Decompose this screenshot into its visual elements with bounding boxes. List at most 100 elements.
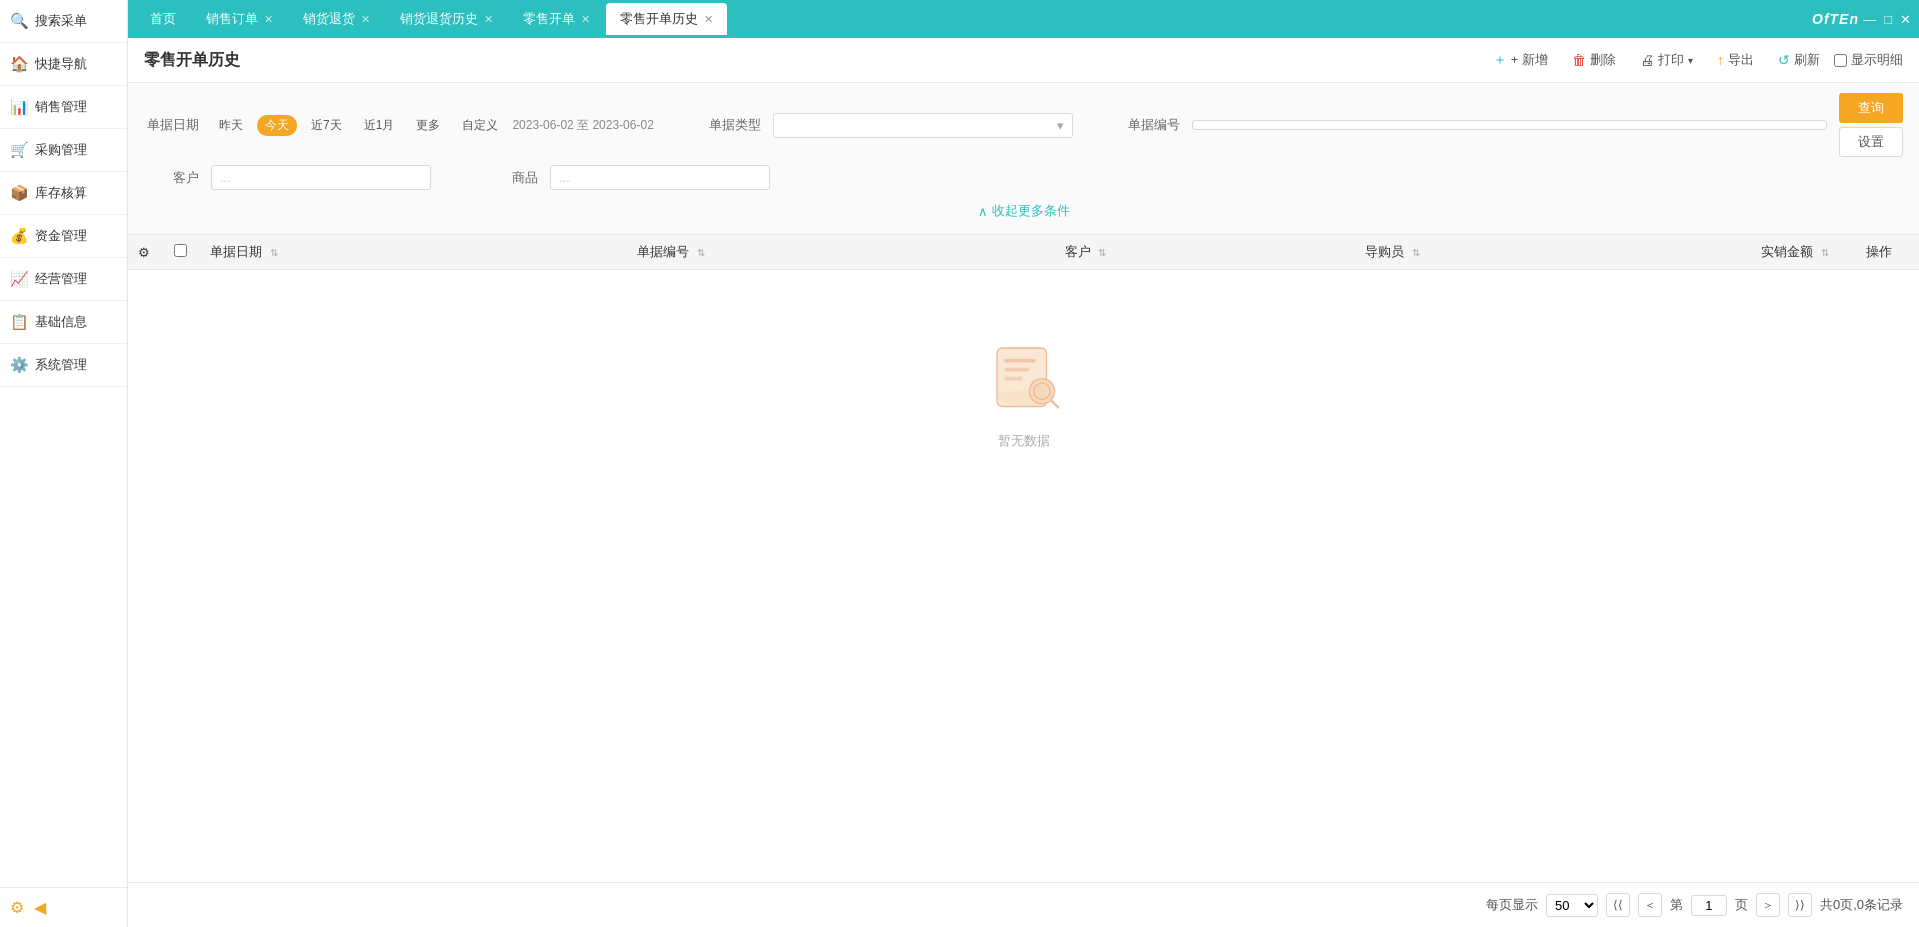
page-next-btn[interactable]: ＞ [1756,893,1780,917]
per-page-select[interactable]: 50 10 20 100 [1546,894,1598,917]
print-label: 打印 [1658,51,1684,69]
page-input[interactable] [1691,895,1727,916]
brand-label: OfTEn [1812,11,1859,27]
add-button[interactable]: ＋ + 新增 [1483,46,1558,74]
show-detail-checkbox[interactable]: 显示明细 [1834,51,1903,69]
table-checkbox-th[interactable] [164,235,200,270]
show-detail-label: 显示明细 [1851,51,1903,69]
filter-actions: 查询 设置 [1839,93,1903,157]
date-option-custom[interactable]: 自定义 [454,115,506,136]
col-amount-sort[interactable]: ⇅ [1821,247,1829,258]
tab-retail-open-history-close[interactable]: ✕ [704,13,713,26]
export-button[interactable]: ↑ 导出 [1707,46,1764,74]
delete-label: 删除 [1590,51,1616,69]
home-icon: 🏠 [10,55,29,73]
col-doc-no-sort[interactable]: ⇅ [697,247,705,258]
filter-row-1: 单据日期 昨天 今天 近7天 近1月 更多 自定义 2023-06-02 至 2… [144,93,1903,157]
collapse-sidebar-icon[interactable]: ◀ [34,898,46,917]
empty-state: 暂无数据 [128,270,1919,510]
col-doc-no[interactable]: 单据编号 ⇅ [627,235,1054,270]
tab-retail-open-history[interactable]: 零售开单历史 ✕ [606,3,727,35]
main-area: 首页 销售订单 ✕ 销货退货 ✕ 销货退货历史 ✕ 零售开单 ✕ 零售开单历史 … [128,0,1919,927]
date-range-text: 2023-06-02 至 2023-06-02 [512,117,653,134]
refresh-button[interactable]: ↺ 刷新 [1768,46,1830,74]
date-option-today[interactable]: 今天 [257,115,297,136]
col-customer-label: 客户 [1065,244,1091,259]
per-page-label: 每页显示 [1486,896,1538,914]
col-doc-date-sort[interactable]: ⇅ [270,247,278,258]
tab-sales-return-history-close[interactable]: ✕ [484,13,493,26]
tab-home-label: 首页 [150,10,176,28]
sidebar-search[interactable]: 🔍 搜索采单 [0,0,127,43]
sidebar-bottom: ⚙ ◀ [0,887,127,927]
tab-sales-return[interactable]: 销货退货 ✕ [289,3,384,35]
add-label: + 新增 [1511,51,1548,69]
svg-rect-5 [1004,377,1022,381]
sidebar-item-sys-mgmt[interactable]: ⚙️ 系统管理 [0,344,127,387]
table-header-row: ⚙ 单据日期 ⇅ 单据编号 ⇅ [128,235,1919,270]
select-all-checkbox[interactable] [174,244,187,257]
sidebar-item-basic-info[interactable]: 📋 基础信息 [0,301,127,344]
col-customer-sort[interactable]: ⇅ [1098,247,1106,258]
tab-retail-open-close[interactable]: ✕ [581,13,590,26]
window-minimize-icon[interactable]: — [1863,12,1876,27]
table-settings-icon[interactable]: ⚙ [138,245,150,260]
tab-home[interactable]: 首页 [136,3,190,35]
table-settings-th[interactable]: ⚙ [128,235,164,270]
tab-sales-order-close[interactable]: ✕ [264,13,273,26]
tab-bar: 首页 销售订单 ✕ 销货退货 ✕ 销货退货历史 ✕ 零售开单 ✕ 零售开单历史 … [128,0,1919,38]
sidebar-item-quick-nav[interactable]: 🏠 快捷导航 [0,43,127,86]
sidebar-item-inventory[interactable]: 📦 库存核算 [0,172,127,215]
tab-sales-order[interactable]: 销售订单 ✕ [192,3,287,35]
col-salesperson[interactable]: 导购员 ⇅ [1355,235,1719,270]
query-button[interactable]: 查询 [1839,93,1903,123]
tab-sales-order-label: 销售订单 [206,10,258,28]
print-button[interactable]: 🖨 打印 ▾ [1630,46,1703,74]
doc-type-filter-label: 单据类型 [706,116,761,134]
table-container[interactable]: ⚙ 单据日期 ⇅ 单据编号 ⇅ [128,235,1919,882]
col-amount[interactable]: 实销金额 ⇅ [1719,235,1839,270]
date-option-more[interactable]: 更多 [408,115,448,136]
doc-type-dropdown-icon: ▾ [1057,118,1064,133]
sidebar-item-sales-mgmt[interactable]: 📊 销售管理 [0,86,127,129]
basic-info-icon: 📋 [10,313,29,331]
total-text: 共0页,0条记录 [1820,896,1903,914]
col-doc-no-label: 单据编号 [637,244,689,259]
tab-sales-return-history[interactable]: 销货退货历史 ✕ [386,3,507,35]
sidebar-item-label: 经营管理 [35,270,87,288]
collapse-up-icon: ∧ [978,204,988,219]
delete-button[interactable]: 🗑 删除 [1562,46,1626,74]
sales-icon: 📊 [10,98,29,116]
page-first-btn[interactable]: ⟨⟨ [1606,893,1630,917]
date-option-last1month[interactable]: 近1月 [356,115,403,136]
settings-bottom-icon[interactable]: ⚙ [10,898,24,917]
filter-date-options: 昨天 今天 近7天 近1月 更多 自定义 2023-06-02 至 2023-0… [211,115,654,136]
customer-filter-label: 客户 [144,169,199,187]
goods-input[interactable]: ... [550,165,770,190]
page-last-btn[interactable]: ⟩⟩ [1788,893,1812,917]
doc-no-input[interactable] [1192,120,1827,130]
collapse-conditions[interactable]: ∧ 收起更多条件 [144,198,1903,224]
date-option-last7days[interactable]: 近7天 [303,115,350,136]
show-detail-input[interactable] [1834,54,1847,67]
col-doc-date[interactable]: 单据日期 ⇅ [200,235,627,270]
col-customer[interactable]: 客户 ⇅ [1055,235,1356,270]
window-close-icon[interactable]: ✕ [1900,12,1911,27]
sidebar-item-operations[interactable]: 📈 经营管理 [0,258,127,301]
page-prev-btn[interactable]: ＜ [1638,893,1662,917]
sidebar-item-finance[interactable]: 💰 资金管理 [0,215,127,258]
date-option-yesterday[interactable]: 昨天 [211,115,251,136]
add-icon: ＋ [1493,51,1507,69]
doc-type-select[interactable]: ▾ [773,113,1073,138]
window-maximize-icon[interactable]: □ [1884,12,1892,27]
tab-sales-return-close[interactable]: ✕ [361,13,370,26]
settings-button[interactable]: 设置 [1839,127,1903,157]
col-amount-label: 实销金额 [1761,244,1813,259]
print-dropdown-icon[interactable]: ▾ [1688,55,1693,66]
sidebar-item-purchase-mgmt[interactable]: 🛒 采购管理 [0,129,127,172]
customer-input[interactable]: ... [211,165,431,190]
col-salesperson-sort[interactable]: ⇅ [1412,247,1420,258]
tab-retail-open[interactable]: 零售开单 ✕ [509,3,604,35]
empty-text: 暂无数据 [998,432,1050,450]
toolbar: 零售开单历史 ＋ + 新增 🗑 删除 🖨 打印 ▾ ↑ 导出 ↺ 刷新 [128,38,1919,83]
